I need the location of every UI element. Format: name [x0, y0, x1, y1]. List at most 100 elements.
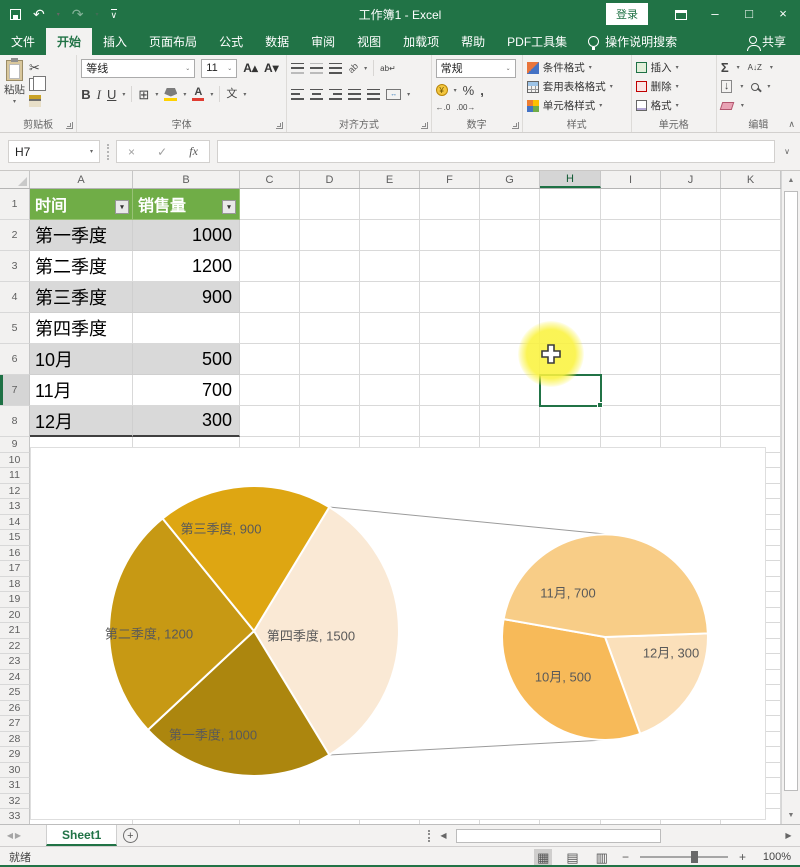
increase-decimal-button[interactable]: ←.0: [436, 103, 451, 112]
ribbon-tab-数据[interactable]: 数据: [254, 28, 300, 55]
cell-D7[interactable]: [300, 375, 360, 406]
cell-D1[interactable]: [300, 189, 360, 220]
merge-center-button[interactable]: ↔: [386, 88, 402, 100]
cell-F7[interactable]: [420, 375, 480, 406]
scroll-left-button[interactable]: ◀: [436, 831, 451, 840]
decrease-font-button[interactable]: A▾: [264, 61, 279, 75]
col-header-I[interactable]: I: [601, 171, 661, 188]
cell-D4[interactable]: [300, 282, 360, 313]
page-layout-view-button[interactable]: ▤: [563, 849, 581, 866]
bold-button[interactable]: B: [81, 88, 90, 101]
cell-K1[interactable]: [721, 189, 781, 220]
cell-I3[interactable]: [601, 251, 661, 282]
clipboard-dialog-launcher[interactable]: [66, 122, 74, 129]
redo-dropdown-icon[interactable]: ▾: [95, 11, 98, 18]
align-left-button[interactable]: [291, 88, 305, 100]
row-header-23[interactable]: 23: [0, 654, 30, 670]
clear-dropdown-icon[interactable]: ▾: [741, 102, 744, 109]
cell-C5[interactable]: [240, 313, 300, 344]
cell-A8[interactable]: 12月: [30, 406, 133, 437]
cell-A6[interactable]: 10月: [30, 344, 133, 375]
cell-D2[interactable]: [300, 220, 360, 251]
row-header-4[interactable]: 4: [0, 282, 30, 313]
share-button[interactable]: 共享: [746, 28, 800, 55]
cell-F5[interactable]: [420, 313, 480, 344]
normal-view-button[interactable]: ▦: [534, 848, 553, 866]
cell-J7[interactable]: [661, 375, 721, 406]
format-painter-button[interactable]: [29, 95, 41, 107]
cell-G8[interactable]: [480, 406, 540, 437]
cell-E1[interactable]: [360, 189, 420, 220]
fill-dropdown-icon[interactable]: ▾: [740, 83, 743, 90]
cell-A1[interactable]: 时间 ▾: [30, 189, 133, 220]
row-header-22[interactable]: 22: [0, 638, 30, 654]
paste-button[interactable]: 粘贴 ▾: [4, 58, 25, 116]
cell-K6[interactable]: [721, 344, 781, 375]
formula-input[interactable]: [217, 140, 776, 163]
ribbon-tab-审阅[interactable]: 审阅: [300, 28, 346, 55]
row-header-13[interactable]: 13: [0, 499, 30, 515]
cell-B1[interactable]: 销售量 ▾: [133, 189, 240, 220]
font-color-dropdown-icon[interactable]: ▾: [210, 91, 213, 98]
font-size-select[interactable]: 11 ⌄: [201, 58, 238, 78]
cell-J2[interactable]: [661, 220, 721, 251]
filter-dropdown-A1[interactable]: ▾: [115, 200, 129, 214]
increase-font-button[interactable]: A▴: [243, 61, 258, 75]
cell-E4[interactable]: [360, 282, 420, 313]
sheet-tab-Sheet1[interactable]: Sheet1: [46, 825, 118, 846]
cell-A7[interactable]: 11月: [30, 375, 133, 406]
number-format-select[interactable]: 常规 ⌄: [435, 58, 516, 78]
cell-C1[interactable]: [240, 189, 300, 220]
row-header-1[interactable]: 1: [0, 189, 30, 220]
pie-of-pie-chart[interactable]: 第四季度, 1500 第一季度, 1000 第二季度, 1200 第三季度, 900 1…: [30, 447, 766, 820]
find-select-button[interactable]: [751, 82, 760, 91]
cell-K3[interactable]: [721, 251, 781, 282]
ribbon-display-options-button[interactable]: [664, 0, 698, 28]
cell-J3[interactable]: [661, 251, 721, 282]
cell-C6[interactable]: [240, 344, 300, 375]
cell-I5[interactable]: [601, 313, 661, 344]
ribbon-tab-公式[interactable]: 公式: [208, 28, 254, 55]
phonetic-dropdown-icon[interactable]: ▾: [243, 91, 246, 98]
vertical-scroll-thumb[interactable]: [784, 191, 798, 791]
decrease-indent-button[interactable]: [348, 88, 362, 100]
customize-qat-button[interactable]: ∨: [110, 9, 118, 20]
cell-F2[interactable]: [420, 220, 480, 251]
cell-A4[interactable]: 第三季度: [30, 282, 133, 313]
cell-G1[interactable]: [480, 189, 540, 220]
scrollbar-resize-handle[interactable]: [428, 829, 430, 842]
phonetic-guide-button[interactable]: 文: [226, 88, 237, 100]
redo-button[interactable]: ↷: [72, 6, 84, 23]
percent-style-button[interactable]: %: [463, 84, 475, 97]
scroll-down-button[interactable]: ▼: [782, 806, 800, 824]
row-header-18[interactable]: 18: [0, 576, 30, 592]
collapse-ribbon-button[interactable]: ∧: [788, 119, 795, 130]
col-header-F[interactable]: F: [420, 171, 480, 188]
cell-H3[interactable]: [540, 251, 601, 282]
cell-E5[interactable]: [360, 313, 420, 344]
row-header-19[interactable]: 19: [0, 592, 30, 608]
cell-J5[interactable]: [661, 313, 721, 344]
cell-B8[interactable]: 300: [133, 406, 240, 437]
cell-I2[interactable]: [601, 220, 661, 251]
fill-color-button[interactable]: [164, 87, 178, 101]
autosum-button[interactable]: Σ: [721, 61, 729, 74]
cell-B2[interactable]: 1000: [133, 220, 240, 251]
cell-E2[interactable]: [360, 220, 420, 251]
filter-dropdown-B1[interactable]: ▾: [222, 200, 236, 214]
enter-button[interactable]: ✓: [157, 145, 167, 159]
cell-E3[interactable]: [360, 251, 420, 282]
zoom-level[interactable]: 100%: [757, 851, 791, 863]
scroll-right-button[interactable]: ▶: [781, 831, 796, 840]
page-break-view-button[interactable]: ▥: [593, 849, 611, 866]
paste-dropdown-icon[interactable]: ▾: [13, 98, 16, 105]
row-header-31[interactable]: 31: [0, 778, 30, 794]
format-cells-button[interactable]: 格式 ▾: [635, 96, 712, 115]
col-header-H[interactable]: H: [540, 171, 601, 188]
align-center-button[interactable]: [310, 88, 324, 100]
cell-G4[interactable]: [480, 282, 540, 313]
font-name-select[interactable]: 等线 ⌄: [81, 58, 196, 78]
clear-button[interactable]: [719, 101, 735, 110]
cell-B3[interactable]: 1200: [133, 251, 240, 282]
cell-I7[interactable]: [601, 375, 661, 406]
